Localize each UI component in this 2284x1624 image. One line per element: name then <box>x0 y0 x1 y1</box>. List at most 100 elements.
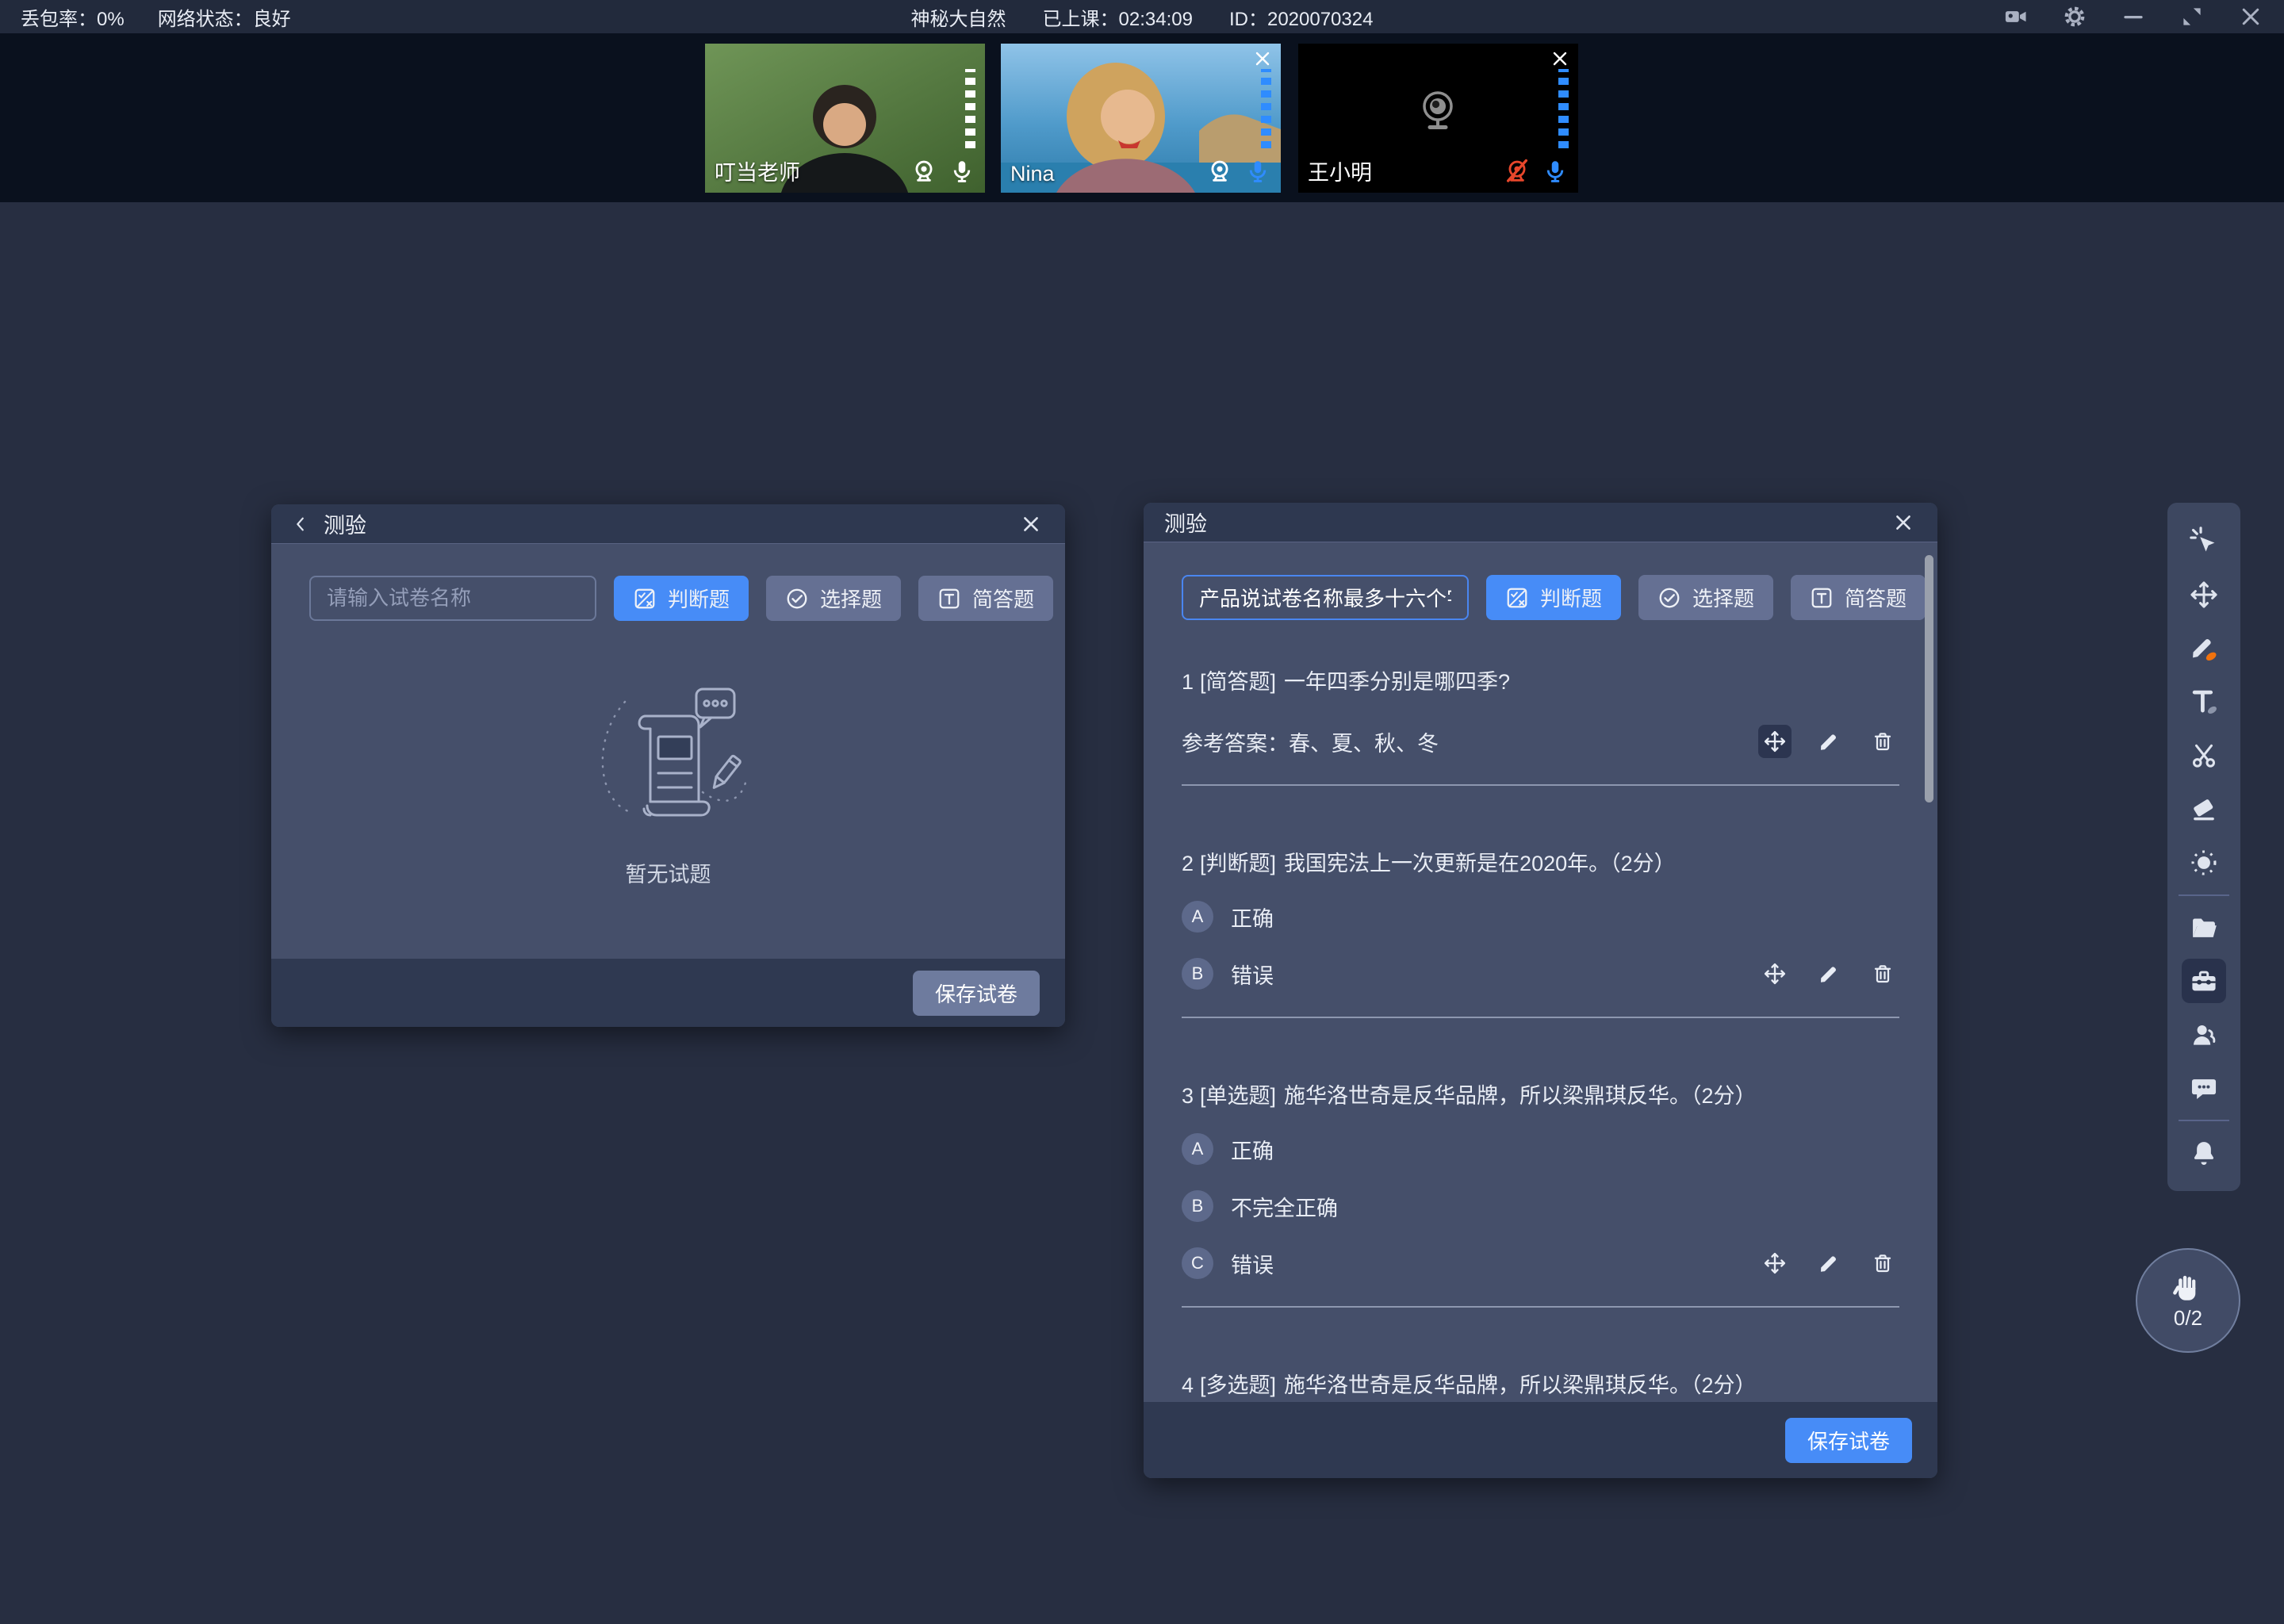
quiz-dialog-filled: 测验 判断题 选择题 简答题 1[简答题]一年四季分别是哪四季? <box>1144 503 1937 1478</box>
back-chevron-icon[interactable] <box>292 514 312 534</box>
video-tile-nina[interactable]: Nina <box>1001 44 1281 193</box>
option-badge: B <box>1182 958 1213 990</box>
camera-off-icon[interactable] <box>1504 158 1531 185</box>
cut-tool[interactable] <box>2182 733 2226 778</box>
add-true-false-button[interactable]: 判断题 <box>1486 575 1622 620</box>
empty-state: 暂无试题 <box>271 672 1065 888</box>
mic-icon[interactable] <box>948 158 975 185</box>
delete-question-icon[interactable] <box>1866 957 1899 990</box>
record-camera-icon[interactable] <box>2003 4 2029 29</box>
question-list[interactable]: 判断题 选择题 简答题 1[简答题]一年四季分别是哪四季? 参考答案：春、夏、秋… <box>1144 543 1937 1478</box>
true-false-icon <box>633 587 657 611</box>
option-badge: A <box>1182 901 1213 933</box>
move-question-icon[interactable] <box>1758 725 1792 758</box>
members-tool[interactable] <box>2182 1013 2226 1057</box>
question-title: 1 [简答题] 一年四季分别是哪四季? <box>1182 670 1511 694</box>
add-true-false-button[interactable]: 判断题 <box>614 576 749 621</box>
courseware-folder-tool[interactable] <box>2182 906 2226 950</box>
question-title: 2 [判断题] 我国宪法上一次更新是在2020年。（2分） <box>1182 852 1676 875</box>
option-row: C 错误 <box>1182 1246 1899 1281</box>
edit-question-icon[interactable] <box>1812 1247 1845 1280</box>
reference-answer: 参考答案：春、夏、秋、冬 <box>1182 731 1439 756</box>
dialog-scrollbar[interactable] <box>1925 555 1933 802</box>
class-timer: 已上课：02:34:09 <box>1042 8 1193 30</box>
top-status-bar: 丢包率：0% 网络状态：良好 神秘大自然 已上课：02:34:09 ID：202… <box>0 0 2284 33</box>
dialog-header: 测验 <box>271 504 1065 544</box>
raise-hand-count: 0/2 <box>2173 1305 2203 1330</box>
toolbox-tool[interactable] <box>2182 959 2226 1004</box>
participant-name: Nina <box>1010 162 1055 186</box>
mic-icon[interactable] <box>1244 158 1271 185</box>
move-question-icon[interactable] <box>1758 957 1792 990</box>
short-answer-icon <box>1810 586 1834 610</box>
quiz-name-input[interactable] <box>309 576 596 621</box>
video-tile-wangxiaoming[interactable]: 王小明 <box>1298 44 1578 193</box>
click-pointer-tool[interactable] <box>2182 519 2226 563</box>
delete-question-icon[interactable] <box>1866 1247 1899 1280</box>
dialog-header: 测验 <box>1144 503 1937 542</box>
close-tile-icon[interactable] <box>1251 47 1274 71</box>
raise-hand-button[interactable]: 0/2 <box>2136 1248 2240 1353</box>
empty-text: 暂无试题 <box>625 863 711 887</box>
question-title: 4 [多选题] 施华洛世奇是反华品牌，所以梁鼎琪反华。（2分） <box>1182 1373 1757 1397</box>
annotation-toolbar <box>2167 503 2240 1191</box>
notification-bell-tool[interactable] <box>2182 1131 2226 1175</box>
close-tile-icon[interactable] <box>1548 47 1572 71</box>
pen-tool[interactable] <box>2182 626 2226 670</box>
spotlight-tool[interactable] <box>2182 841 2226 885</box>
dialog-title: 测验 <box>324 514 366 538</box>
empty-quiz-illustration <box>601 688 746 817</box>
session-id: ID：2020070324 <box>1228 8 1374 30</box>
restore-icon[interactable] <box>2179 4 2205 29</box>
edit-question-icon[interactable] <box>1812 957 1845 990</box>
question-title: 3 [单选题] 施华洛世奇是反华品牌，所以梁鼎琪反华。（2分） <box>1182 1084 1757 1108</box>
move-question-icon[interactable] <box>1758 1247 1792 1280</box>
option-badge: B <box>1182 1190 1213 1222</box>
close-icon[interactable] <box>1890 509 1917 536</box>
add-short-answer-button[interactable]: 简答题 <box>1791 575 1926 620</box>
hand-icon <box>2171 1271 2205 1304</box>
true-false-icon <box>1505 586 1529 610</box>
minimize-icon[interactable] <box>2121 4 2146 29</box>
volume-indicator <box>965 69 975 148</box>
option-row: B 不完全正确 <box>1182 1189 1899 1224</box>
camera-on-icon[interactable] <box>910 158 937 185</box>
add-choice-button[interactable]: 选择题 <box>1638 575 1774 620</box>
participant-name: 王小明 <box>1308 161 1372 185</box>
save-quiz-button[interactable]: 保存试卷 <box>1784 1417 1912 1463</box>
video-tile-teacher[interactable]: 叮当老师 <box>705 44 985 193</box>
dialog-footer: 保存试卷 <box>1144 1402 1937 1478</box>
volume-indicator <box>1261 69 1271 148</box>
option-row: B 错误 <box>1182 956 1899 991</box>
edit-question-icon[interactable] <box>1812 725 1845 758</box>
close-icon[interactable] <box>1017 511 1044 538</box>
add-short-answer-button[interactable]: 简答题 <box>918 576 1054 621</box>
move-tool[interactable] <box>2182 573 2226 617</box>
dialog-title: 测验 <box>1164 512 1207 536</box>
delete-question-icon[interactable] <box>1866 725 1899 758</box>
save-quiz-button[interactable]: 保存试卷 <box>912 970 1040 1016</box>
network-status-stat: 网络状态：良好 <box>157 8 291 30</box>
text-tool[interactable] <box>2182 680 2226 724</box>
single-choice-icon <box>785 587 809 611</box>
close-icon[interactable] <box>2238 4 2263 29</box>
mic-icon[interactable] <box>1542 158 1569 185</box>
option-row: A 正确 <box>1182 899 1899 934</box>
question-divider <box>1182 1017 1899 1018</box>
single-choice-icon <box>1657 586 1681 610</box>
chat-tool[interactable] <box>2182 1067 2226 1111</box>
settings-gear-icon[interactable] <box>2062 4 2087 29</box>
short-answer-icon <box>937 587 961 611</box>
question-divider <box>1182 784 1899 786</box>
question-divider <box>1182 1306 1899 1308</box>
eraser-tool[interactable] <box>2182 787 2226 831</box>
dialog-footer: 保存试卷 <box>271 959 1065 1027</box>
video-strip: 叮当老师 Nina 王小明 <box>0 33 2284 202</box>
quiz-name-input[interactable] <box>1182 575 1469 620</box>
packet-loss-stat: 丢包率：0% <box>21 8 125 30</box>
question-item: 2 [判断题] 我国宪法上一次更新是在2020年。（2分） A 正确 B 错误 <box>1182 846 1899 1018</box>
volume-indicator <box>1558 69 1569 148</box>
add-choice-button[interactable]: 选择题 <box>766 576 902 621</box>
participant-name: 叮当老师 <box>715 161 800 185</box>
camera-on-icon[interactable] <box>1206 158 1233 185</box>
